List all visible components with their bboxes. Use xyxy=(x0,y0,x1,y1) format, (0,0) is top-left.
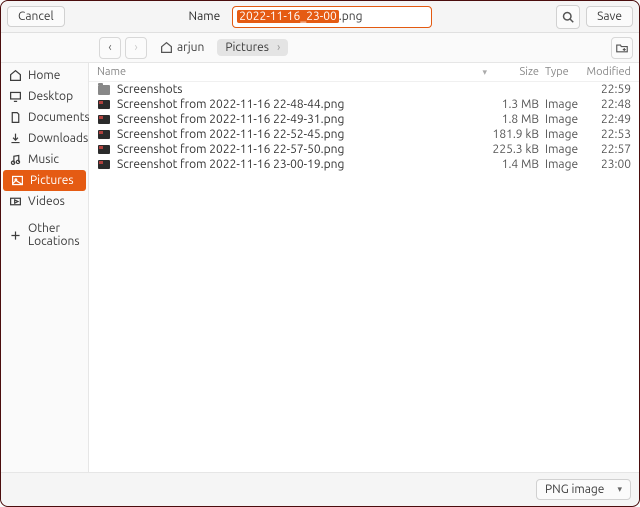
file-modified: 22:53 xyxy=(583,128,631,141)
file-rows: Screenshots22:59Screenshot from 2022-11-… xyxy=(89,82,639,172)
sidebar-item-label: Music xyxy=(28,153,59,166)
image-icon xyxy=(97,114,111,126)
path-bar: ‹ › arjun Pictures › xyxy=(1,33,639,63)
sidebar-item-downloads[interactable]: Downloads xyxy=(1,128,88,149)
forward-button[interactable]: › xyxy=(125,37,147,59)
plus-icon xyxy=(9,229,22,242)
file-modified: 22:59 xyxy=(583,83,631,96)
file-name: Screenshot from 2022-11-16 22-52-45.png xyxy=(117,128,487,141)
file-list: Name ▾ Size Type Modified Screenshots 22:… xyxy=(89,63,639,472)
sidebar-item-pictures[interactable]: Pictures xyxy=(3,170,86,191)
sidebar-item-documents[interactable]: Documents xyxy=(1,107,88,128)
chevron-right-icon: › xyxy=(134,41,137,54)
chevron-right-icon: › xyxy=(277,41,280,54)
sidebar-item-label: Pictures xyxy=(30,174,74,187)
file-row[interactable]: Screenshot from 2022-11-16 22-48-44.png1… xyxy=(89,97,639,112)
folder-icon xyxy=(97,84,111,96)
filetype-label: PNG image xyxy=(545,483,604,496)
file-name: Screenshot from 2022-11-16 23-00-19.png xyxy=(117,158,487,171)
image-icon xyxy=(97,99,111,111)
file-size: 181.9 kB xyxy=(487,128,539,141)
music-icon xyxy=(9,153,22,166)
file-type: Image xyxy=(539,128,583,141)
file-list-header: Name ▾ Size Type Modified xyxy=(89,63,639,82)
name-label: Name xyxy=(189,10,221,23)
sidebar-item-label: Downloads xyxy=(28,132,88,145)
file-modified: 22:49 xyxy=(583,113,631,126)
sidebar-item-desktop[interactable]: Desktop xyxy=(1,86,88,107)
file-name: Screenshot from 2022-11-16 22-48-44.png xyxy=(117,98,487,111)
sidebar-item-label: Videos xyxy=(28,195,65,208)
file-type: Image xyxy=(539,98,583,111)
file-name: Screenshot from 2022-11-16 22-57-50.png xyxy=(117,143,487,156)
sidebar-item-home[interactable]: Home xyxy=(1,65,88,86)
file-modified: 22:48 xyxy=(583,98,631,111)
breadcrumb-home[interactable]: arjun xyxy=(151,38,213,57)
file-size: 1.3 MB xyxy=(487,98,539,111)
cancel-button[interactable]: Cancel xyxy=(7,6,65,27)
breadcrumb-home-label: arjun xyxy=(177,41,204,54)
file-row[interactable]: Screenshot from 2022-11-16 23-00-19.png1… xyxy=(89,157,639,172)
column-name-label: Name xyxy=(97,66,126,78)
breadcrumb-current-label: Pictures xyxy=(225,41,269,54)
file-name: Screenshots xyxy=(117,83,487,96)
sidebar-item-label: Home xyxy=(28,69,60,82)
column-name[interactable]: Name ▾ xyxy=(97,66,487,78)
new-folder-icon xyxy=(616,42,628,54)
chevron-left-icon: ‹ xyxy=(108,41,111,54)
file-modified: 23:00 xyxy=(583,158,631,171)
filename-ext-part: .png xyxy=(339,10,363,23)
column-type[interactable]: Type xyxy=(539,66,583,78)
downloads-icon xyxy=(9,132,22,145)
breadcrumb-current[interactable]: Pictures › xyxy=(217,39,288,56)
sidebar: Home Desktop Documents Downloads Music P… xyxy=(1,63,89,472)
file-type: Image xyxy=(539,113,583,126)
desktop-icon xyxy=(9,90,22,103)
column-size[interactable]: Size xyxy=(487,66,539,78)
sidebar-item-label: Documents xyxy=(28,111,90,124)
pictures-icon xyxy=(11,174,24,187)
filename-input[interactable]: 2022-11-16_23-00.png xyxy=(232,6,432,28)
file-size: 225.3 kB xyxy=(487,143,539,156)
file-modified: 22:57 xyxy=(583,143,631,156)
filename-selected-part: 2022-11-16_23-00 xyxy=(237,10,339,23)
home-icon xyxy=(9,69,22,82)
file-row[interactable]: Screenshots 22:59 xyxy=(89,82,639,97)
file-size: 1.4 MB xyxy=(487,158,539,171)
sidebar-item-label: Desktop xyxy=(28,90,73,103)
file-row[interactable]: Screenshot from 2022-11-16 22-57-50.png2… xyxy=(89,142,639,157)
sidebar-item-label: Other Locations xyxy=(28,222,80,248)
file-name: Screenshot from 2022-11-16 22-49-31.png xyxy=(117,113,487,126)
home-icon xyxy=(160,41,173,54)
sidebar-item-videos[interactable]: Videos xyxy=(1,191,88,212)
image-icon xyxy=(97,129,111,141)
file-size: 1.8 MB xyxy=(487,113,539,126)
footer-bar: PNG image ▾ xyxy=(1,472,639,506)
sidebar-item-music[interactable]: Music xyxy=(1,149,88,170)
sidebar-item-other-locations[interactable]: Other Locations xyxy=(1,218,88,252)
filetype-combo[interactable]: PNG image ▾ xyxy=(536,479,631,500)
header-bar: Cancel Name 2022-11-16_23-00.png Save xyxy=(1,1,639,33)
chevron-down-icon: ▾ xyxy=(617,484,622,495)
new-folder-button[interactable] xyxy=(611,37,633,59)
column-modified[interactable]: Modified xyxy=(583,66,631,78)
documents-icon xyxy=(9,111,22,124)
main-area: Home Desktop Documents Downloads Music P… xyxy=(1,63,639,472)
file-row[interactable]: Screenshot from 2022-11-16 22-52-45.png1… xyxy=(89,127,639,142)
videos-icon xyxy=(9,195,22,208)
save-button[interactable]: Save xyxy=(586,6,633,27)
search-icon xyxy=(562,11,574,23)
back-button[interactable]: ‹ xyxy=(99,37,121,59)
file-type: Image xyxy=(539,143,583,156)
file-row[interactable]: Screenshot from 2022-11-16 22-49-31.png1… xyxy=(89,112,639,127)
image-icon xyxy=(97,159,111,171)
file-type: Image xyxy=(539,158,583,171)
image-icon xyxy=(97,144,111,156)
search-button[interactable] xyxy=(556,5,580,29)
